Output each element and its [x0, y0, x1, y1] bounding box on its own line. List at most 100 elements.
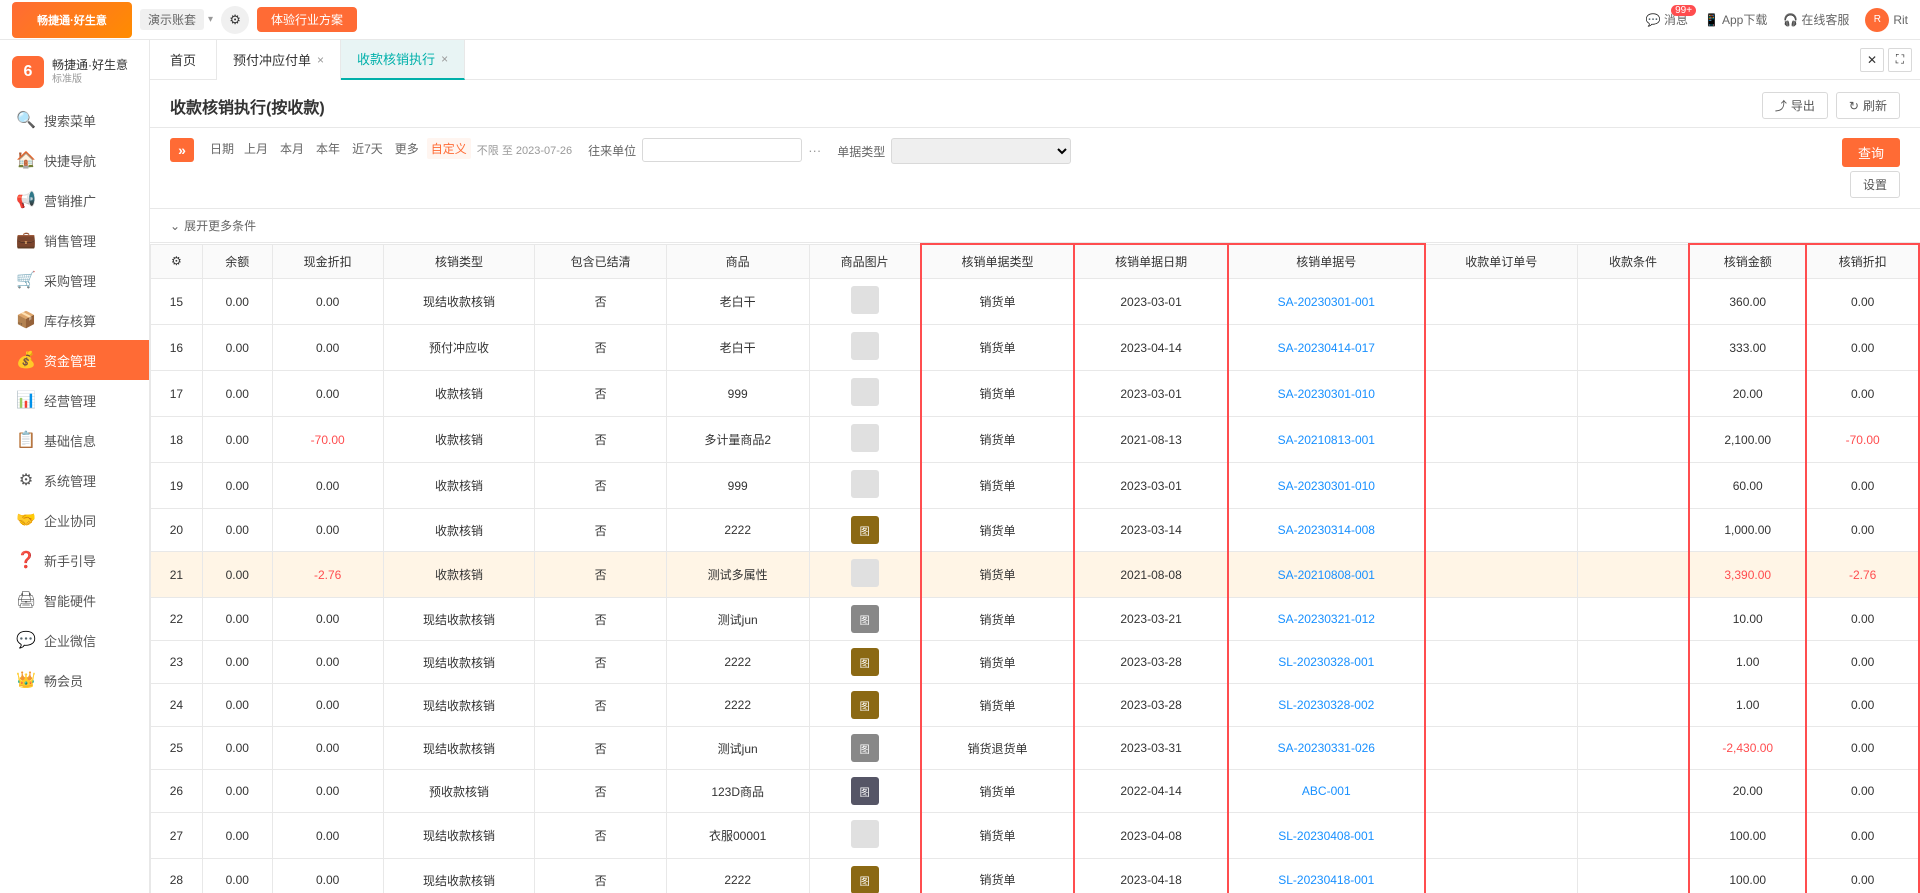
filter-settings-button[interactable]: 设置 [1850, 171, 1900, 198]
cell-2: 0.00 [272, 641, 383, 684]
table-row[interactable]: 280.000.00现结收款核销否2222图销货单2023-04-18SL-20… [151, 859, 1920, 893]
table-row[interactable]: 200.000.00收款核销否2222图销货单2023-03-14SA-2023… [151, 509, 1920, 552]
trial-button[interactable]: 体验行业方案 [257, 7, 357, 32]
cell-13: 0.00 [1806, 859, 1919, 893]
cell-7: 销货单 [921, 371, 1075, 417]
sidebar-item-guide[interactable]: ❓新手引导 [0, 540, 149, 580]
table-row[interactable]: 170.000.00收款核销否999销货单2023-03-01SA-202303… [151, 371, 1920, 417]
more-link[interactable]: 更多 [391, 138, 423, 159]
close-tab2-btn[interactable]: × [441, 52, 448, 66]
party-dots[interactable]: ··· [808, 143, 821, 158]
top-bar-right: 💬 消息 99+ 📱 App下载 🎧 在线客服 R Rit [1646, 8, 1908, 32]
sidebar-item-finance[interactable]: 💰资金管理 [0, 340, 149, 380]
sidebar-item-operations[interactable]: 📊经营管理 [0, 380, 149, 420]
sidebar-item-basic[interactable]: 📋基础信息 [0, 420, 149, 460]
filter-expand-btn[interactable]: » [170, 138, 194, 162]
table-container[interactable]: ⚙余额现金折扣核销类型包含已结清商品商品图片核销单据类型核销单据日期核销单据号收… [150, 243, 1920, 893]
date-links: 上月 本月 本年 近7天 更多 自定义 [240, 138, 471, 159]
sidebar-item-member[interactable]: 👑畅会员 [0, 660, 149, 700]
sidebar-item-corp[interactable]: 🤝企业协同 [0, 500, 149, 540]
messages-btn[interactable]: 💬 消息 99+ [1646, 11, 1688, 28]
cell-6: 图 [809, 509, 921, 552]
product-image: 图 [851, 648, 879, 676]
app-download-btn[interactable]: 📱 App下载 [1704, 11, 1767, 28]
service-icon: 🎧 [1783, 13, 1798, 27]
sidebar-item-system[interactable]: ⚙系统管理 [0, 460, 149, 500]
company-dropdown[interactable]: 演示账套 ▾ [140, 9, 213, 30]
cell-3: 现结收款核销 [383, 727, 535, 770]
party-label: 往来单位 [588, 142, 636, 159]
this-month-link[interactable]: 本月 [276, 138, 308, 159]
party-input[interactable] [642, 138, 802, 162]
col-header-2: 现金折扣 [272, 244, 383, 279]
export-button[interactable]: ⤴ 导出 [1762, 92, 1828, 119]
sidebar-item-marketing[interactable]: 📢营销推广 [0, 180, 149, 220]
cell-10 [1425, 417, 1578, 463]
cell-6: 图 [809, 641, 921, 684]
product-image: 图 [851, 516, 879, 544]
table-row[interactable]: 260.000.00预收款核销否123D商品图销货单2022-04-14ABC-… [151, 770, 1920, 813]
cell-1: 0.00 [202, 859, 272, 893]
table-row[interactable]: 250.000.00现结收款核销否测试jun图销货退货单2023-03-31SA… [151, 727, 1920, 770]
cell-12: 2,100.00 [1689, 417, 1806, 463]
cell-10 [1425, 279, 1578, 325]
bill-type-select[interactable] [891, 138, 1071, 164]
tab-collection[interactable]: 收款核销执行 × [341, 40, 465, 80]
cell-4: 否 [535, 509, 666, 552]
table-row[interactable]: 180.00-70.00收款核销否多计量商品2销货单2021-08-13SA-2… [151, 417, 1920, 463]
party-filter-group: 往来单位 ··· [588, 138, 821, 162]
close-tab1-btn[interactable]: × [317, 53, 324, 67]
recent7-link[interactable]: 近7天 [348, 138, 387, 159]
close-window-btn[interactable]: ✕ [1860, 48, 1884, 72]
system-icon: ⚙ [16, 470, 36, 490]
this-year-link[interactable]: 本年 [312, 138, 344, 159]
sidebar-item-search[interactable]: 🔍搜索菜单 [0, 100, 149, 140]
sidebar-item-nav[interactable]: 🏠快捷导航 [0, 140, 149, 180]
cell-2: 0.00 [272, 598, 383, 641]
table-row[interactable]: 240.000.00现结收款核销否2222图销货单2023-03-28SL-20… [151, 684, 1920, 727]
filter-actions: 查询 设置 [1842, 138, 1900, 198]
expand-conditions-btn[interactable]: ⌄ 展开更多条件 [170, 213, 1900, 238]
table-row[interactable]: 160.000.00预付冲应收否老白干销货单2023-04-14SA-20230… [151, 325, 1920, 371]
refresh-button[interactable]: ↻ 刷新 [1836, 92, 1900, 119]
table-row[interactable]: 150.000.00现结收款核销否老白干销货单2023-03-01SA-2023… [151, 279, 1920, 325]
sidebar-item-inventory[interactable]: 📦库存核算 [0, 300, 149, 340]
query-button[interactable]: 查询 [1842, 138, 1900, 167]
cell-5: 老白干 [666, 325, 809, 371]
cell-5: 衣服00001 [666, 813, 809, 859]
user-info[interactable]: R Rit [1865, 8, 1908, 32]
online-service-btn[interactable]: 🎧 在线客服 [1783, 11, 1849, 28]
cell-12: 1.00 [1689, 641, 1806, 684]
product-image [851, 820, 879, 848]
sidebar-item-wechat[interactable]: 💬企业微信 [0, 620, 149, 660]
cell-13: 0.00 [1806, 813, 1919, 859]
cell-5: 2222 [666, 684, 809, 727]
table-row[interactable]: 190.000.00收款核销否999销货单2023-03-01SA-202303… [151, 463, 1920, 509]
cell-8: 2022-04-14 [1074, 770, 1228, 813]
cell-6 [809, 371, 921, 417]
settings-btn[interactable]: ⚙ [221, 6, 249, 34]
tab-home[interactable]: 首页 [150, 40, 217, 80]
table-row[interactable]: 270.000.00现结收款核销否衣服00001销货单2023-04-08SL-… [151, 813, 1920, 859]
table-row[interactable]: 220.000.00现结收款核销否测试jun图销货单2023-03-21SA-2… [151, 598, 1920, 641]
cell-5: 测试jun [666, 598, 809, 641]
filter-bar: » 日期 上月 本月 本年 近7天 更多 自定义 不限 至 2023-07-26… [150, 128, 1920, 209]
sidebar-item-hardware[interactable]: 🖨智能硬件 [0, 580, 149, 620]
cell-3: 预收款核销 [383, 770, 535, 813]
cell-12: 20.00 [1689, 770, 1806, 813]
cell-13: -70.00 [1806, 417, 1919, 463]
expand-window-btn[interactable]: ⛶ [1888, 48, 1912, 72]
bill-type-label: 单据类型 [837, 143, 885, 160]
chevron-down-icon: ▾ [208, 14, 213, 25]
custom-link[interactable]: 自定义 [427, 138, 471, 159]
prev-month-link[interactable]: 上月 [240, 138, 272, 159]
product-image: 图 [851, 605, 879, 633]
cell-10 [1425, 463, 1578, 509]
tab-prepay[interactable]: 预付冲应付单 × [217, 40, 341, 80]
cell-11 [1577, 509, 1689, 552]
finance-icon: 💰 [16, 350, 36, 370]
table-row[interactable]: 210.00-2.76收款核销否测试多属性销货单2021-08-08SA-202… [151, 552, 1920, 598]
sidebar-item-sales[interactable]: 💼销售管理 [0, 220, 149, 260]
table-row[interactable]: 230.000.00现结收款核销否2222图销货单2023-03-28SL-20… [151, 641, 1920, 684]
sidebar-item-purchase[interactable]: 🛒采购管理 [0, 260, 149, 300]
